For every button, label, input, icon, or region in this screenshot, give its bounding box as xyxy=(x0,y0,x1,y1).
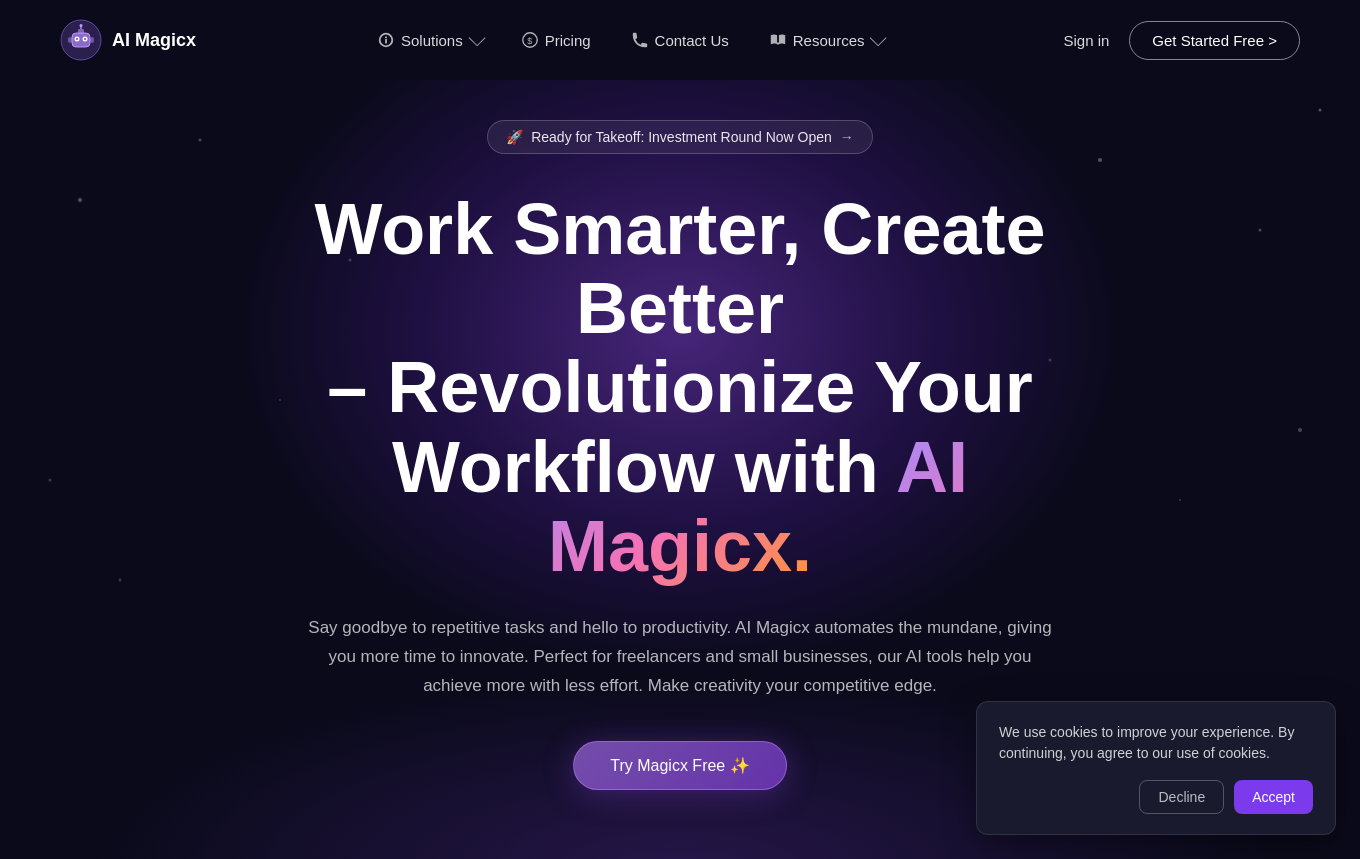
nav-item-solutions: Solutions xyxy=(361,23,497,57)
svg-point-18 xyxy=(1319,109,1322,112)
svg-text:$: $ xyxy=(527,36,532,46)
cookie-text: We use cookies to improve your experienc… xyxy=(999,722,1313,764)
resources-link[interactable]: Resources xyxy=(753,23,899,57)
solutions-link[interactable]: Solutions xyxy=(361,23,497,57)
solutions-icon xyxy=(377,31,395,49)
solutions-chevron xyxy=(468,29,485,46)
hero-headline: Work Smarter, Create Better – Revolution… xyxy=(250,190,1110,586)
headline-line2: – Revolutionize Your xyxy=(327,347,1032,427)
headline-line3-plain: Workflow with xyxy=(392,427,896,507)
rocket-icon: 🚀 xyxy=(506,129,523,145)
navbar: AI Magicx Solutions $ Pricing xyxy=(0,0,1360,80)
cookie-actions: Decline Accept xyxy=(999,780,1313,814)
nav-links: Solutions $ Pricing Contact Us xyxy=(361,23,898,57)
logo-icon xyxy=(60,19,102,61)
svg-rect-6 xyxy=(78,29,84,34)
resources-icon xyxy=(769,31,787,49)
pricing-link[interactable]: $ Pricing xyxy=(505,23,607,57)
pricing-icon: $ xyxy=(521,31,539,49)
svg-point-13 xyxy=(78,198,82,202)
logo-text: AI Magicx xyxy=(112,30,196,51)
svg-point-19 xyxy=(49,479,52,482)
hero-subtitle: Say goodbye to repetitive tasks and hell… xyxy=(300,614,1060,701)
decline-button[interactable]: Decline xyxy=(1139,780,1224,814)
nav-item-resources: Resources xyxy=(753,23,899,57)
svg-point-14 xyxy=(199,139,202,142)
get-started-button[interactable]: Get Started Free > xyxy=(1129,21,1300,60)
logo-link[interactable]: AI Magicx xyxy=(60,19,196,61)
nav-item-pricing: $ Pricing xyxy=(505,23,607,57)
svg-rect-9 xyxy=(68,37,72,43)
hero-content: 🚀 Ready for Takeoff: Investment Round No… xyxy=(250,120,1110,790)
svg-point-5 xyxy=(84,38,86,40)
svg-point-24 xyxy=(1179,499,1181,501)
signin-link[interactable]: Sign in xyxy=(1063,32,1109,49)
svg-point-17 xyxy=(1259,229,1262,232)
headline-line1: Work Smarter, Create Better xyxy=(314,189,1045,348)
svg-point-20 xyxy=(1298,428,1302,432)
nav-right: Sign in Get Started Free > xyxy=(1063,21,1300,60)
svg-rect-10 xyxy=(90,37,94,43)
accept-button[interactable]: Accept xyxy=(1234,780,1313,814)
announcement-badge[interactable]: 🚀 Ready for Takeoff: Investment Round No… xyxy=(487,120,873,154)
contact-link[interactable]: Contact Us xyxy=(615,23,745,57)
svg-point-4 xyxy=(76,38,78,40)
svg-rect-1 xyxy=(72,33,90,47)
svg-point-21 xyxy=(119,579,122,582)
nav-item-contact: Contact Us xyxy=(615,23,745,57)
cookie-banner: We use cookies to improve your experienc… xyxy=(976,701,1336,835)
try-magicx-button[interactable]: Try Magicx Free ✨ xyxy=(573,741,786,790)
resources-chevron xyxy=(870,29,887,46)
phone-icon xyxy=(631,31,649,49)
badge-arrow: → xyxy=(840,129,854,145)
svg-point-8 xyxy=(80,24,83,27)
badge-text: Ready for Takeoff: Investment Round Now … xyxy=(531,129,832,145)
